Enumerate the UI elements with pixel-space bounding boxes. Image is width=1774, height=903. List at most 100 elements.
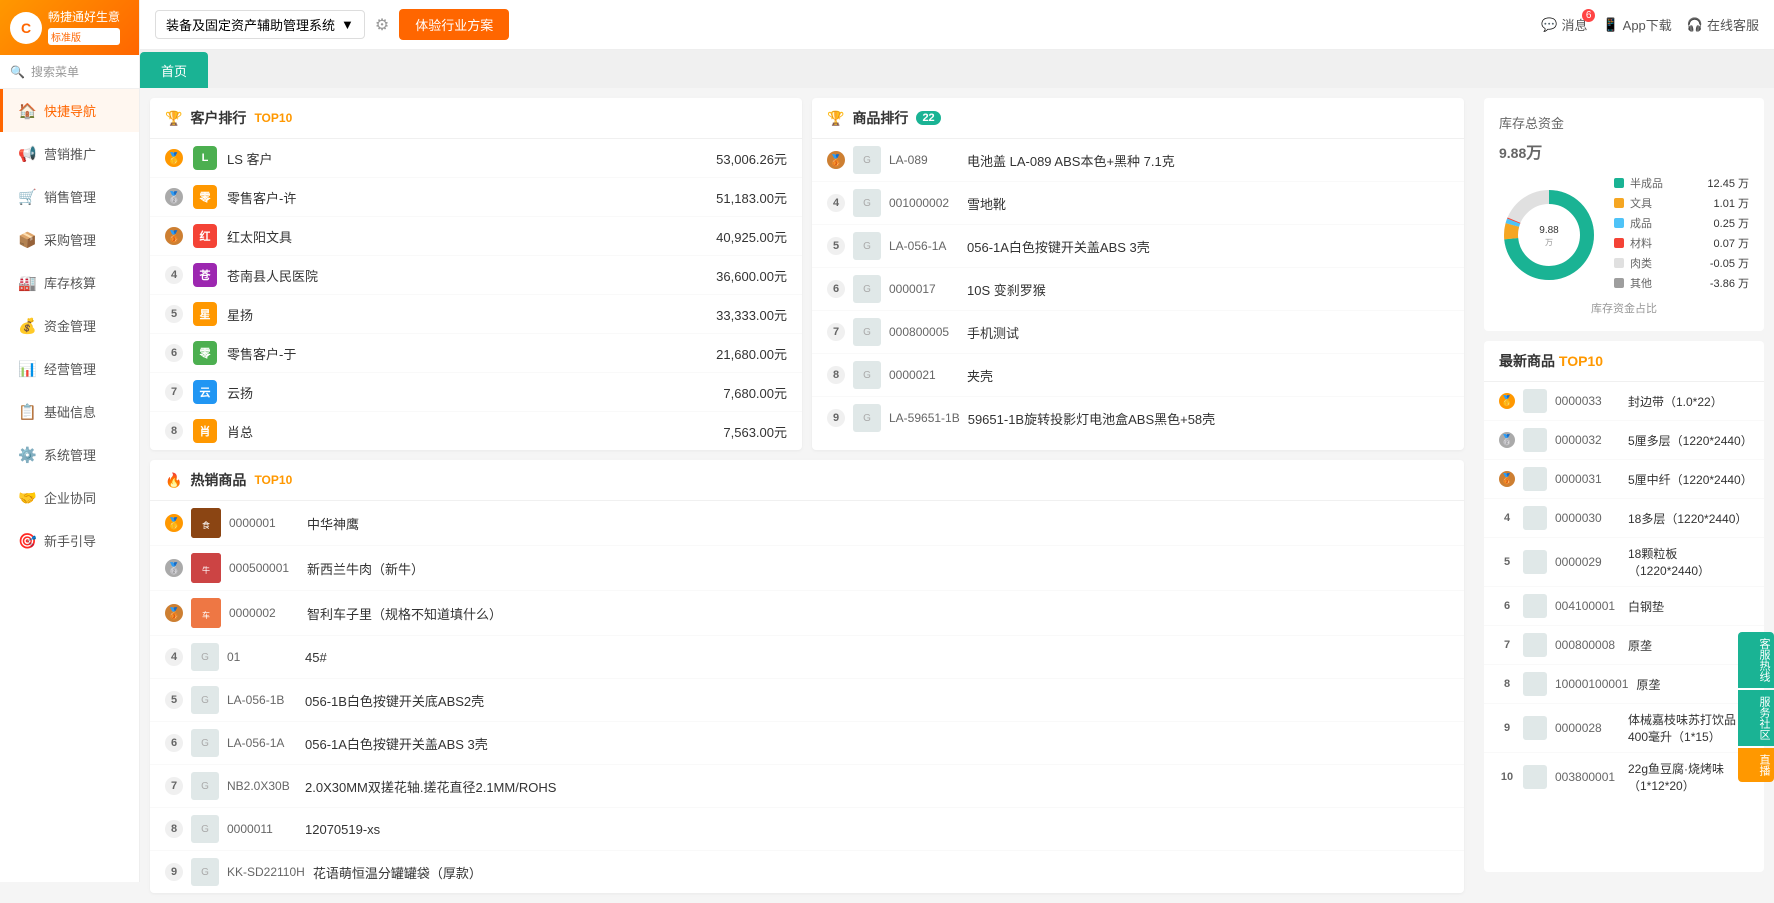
sidebar-item-label: 营销推广 [44, 144, 96, 163]
sidebar-search[interactable]: 🔍 搜索菜单 [0, 55, 139, 89]
np-img-6 [1523, 594, 1547, 618]
settings-icon[interactable]: ⚙ [375, 15, 389, 35]
goods-name-4: 雪地靴 [967, 194, 1449, 213]
np-code-6: 004100001 [1555, 599, 1620, 613]
trial-button[interactable]: 体验行业方案 [399, 9, 509, 40]
goods-img-6: G [853, 275, 881, 303]
hot-rank-9: 9 [165, 863, 183, 881]
goods-code-8: 0000021 [889, 368, 959, 382]
rank-num-g9: 9 [827, 409, 845, 427]
sidebar-item-operation[interactable]: 📊 经营管理 [0, 347, 139, 390]
new-prod-5: 5 0000029 18颗粒板（1220*2440） [1484, 538, 1764, 587]
inventory-total: 9.88万 [1499, 137, 1749, 165]
hot-name-4: 45# [305, 650, 1449, 665]
hot-name-3: 智利车子里（规格不知道填什么） [307, 604, 1449, 623]
logo-badge: 标准版 [48, 28, 120, 45]
hot-prod-9: 9 G KK-SD22110H 花语萌恒温分罐罐袋（厚款） [150, 851, 1464, 893]
np-rank-8: 8 [1499, 676, 1515, 692]
message-badge: 6 [1582, 9, 1596, 22]
np-img-8 [1523, 672, 1547, 696]
np-img-3 [1523, 467, 1547, 491]
goods-ranking-title: 商品排行 [852, 108, 908, 128]
customer-avatar-8: 肖 [193, 419, 217, 443]
inventory-title: 库存总资金 [1499, 113, 1749, 132]
sidebar-item-collab[interactable]: 🤝 企业协同 [0, 476, 139, 519]
header-right: 💬 消息 6 📱 App下载 🎧 在线客服 [1541, 15, 1759, 34]
rank-num-5: 5 [165, 305, 183, 323]
sidebar-item-label: 销售管理 [44, 187, 96, 206]
np-name-8: 原垄 [1636, 676, 1749, 693]
float-customer-service[interactable]: 客服热线 [1738, 632, 1774, 688]
customer-avatar-6: 零 [193, 341, 217, 365]
np-rank-9: 9 [1499, 720, 1515, 736]
np-name-9: 体械嘉枝味苏打饮品400毫升（1*15） [1628, 711, 1749, 745]
rank-num-g6: 6 [827, 280, 845, 298]
sidebar-item-finance[interactable]: 💰 资金管理 [0, 304, 139, 347]
hot-prod-img-2: 牛 [191, 553, 221, 583]
sidebar-item-system[interactable]: ⚙️ 系统管理 [0, 433, 139, 476]
new-prod-9: 9 0000028 体械嘉枝味苏打饮品400毫升（1*15） [1484, 704, 1764, 753]
system-name: 装备及固定资产辅助管理系统 [166, 15, 335, 34]
np-code-10: 003800001 [1555, 770, 1620, 784]
new-prod-4: 4 0000030 18多层（1220*2440） [1484, 499, 1764, 538]
two-col-layout: 🏆 客户排行 TOP10 🥇 L LS 客户 53,006.26元 🥈 [150, 98, 1464, 450]
customer-avatar-4: 苍 [193, 263, 217, 287]
app-download-button[interactable]: 📱 App下载 [1602, 15, 1671, 34]
sidebar-item-label: 新手引导 [44, 531, 96, 550]
donut-chart: 9.88 万 [1499, 185, 1599, 285]
float-livestream[interactable]: 直播 [1738, 748, 1774, 782]
np-name-1: 封边带（1.0*22） [1628, 393, 1749, 410]
customer-avatar-1: L [193, 146, 217, 170]
guide-icon: 🎯 [18, 532, 36, 550]
goods-row-8: 8 G 0000021 夹壳 [812, 354, 1464, 397]
svg-text:车: 车 [202, 610, 210, 620]
goods-img-5: G [853, 232, 881, 260]
customer-ranking-panel: 🏆 客户排行 TOP10 🥇 L LS 客户 53,006.26元 🥈 [150, 98, 802, 450]
hot-prod-3: 🥉 车 0000002 智利车子里（规格不知道填什么） [150, 591, 1464, 636]
message-button[interactable]: 💬 消息 6 [1541, 15, 1587, 34]
sidebar-item-sales[interactable]: 🛒 销售管理 [0, 175, 139, 218]
np-name-7: 原垄 [1628, 637, 1749, 654]
inventory-icon: 🏭 [18, 274, 36, 292]
new-prod-1: 🥇 0000033 封边带（1.0*22） [1484, 382, 1764, 421]
customer-name-4: 苍南县人民医院 [227, 266, 706, 285]
sidebar-item-quicknav[interactable]: 🏠 快捷导航 [0, 89, 139, 132]
np-img-1 [1523, 389, 1547, 413]
customer-name-1: LS 客户 [227, 149, 706, 168]
sidebar-item-guide[interactable]: 🎯 新手引导 [0, 519, 139, 562]
customer-service-button[interactable]: 🎧 在线客服 [1687, 15, 1759, 34]
hot-code-1: 0000001 [229, 516, 299, 530]
np-img-4 [1523, 506, 1547, 530]
hot-rank-5: 5 [165, 691, 183, 709]
hot-code-8: 0000011 [227, 822, 297, 836]
main-content: 🏆 客户排行 TOP10 🥇 L LS 客户 53,006.26元 🥈 [140, 88, 1774, 903]
customer-avatar-2: 零 [193, 185, 217, 209]
system-selector[interactable]: 装备及固定资产辅助管理系统 ▼ [155, 10, 365, 39]
hot-name-7: 2.0X30MM双搓花轴.搓花直径2.1MM/ROHS [305, 777, 1449, 796]
sidebar-item-basic[interactable]: 📋 基础信息 [0, 390, 139, 433]
hot-code-7: NB2.0X30B [227, 779, 297, 793]
svg-text:9.88: 9.88 [1539, 225, 1559, 236]
sidebar-item-marketing[interactable]: 📢 营销推广 [0, 132, 139, 175]
hot-prod-8: 8 G 0000011 12070519-xs [150, 808, 1464, 851]
sidebar-item-purchase[interactable]: 📦 采购管理 [0, 218, 139, 261]
float-community[interactable]: 服务社区 [1738, 690, 1774, 746]
np-code-3: 0000031 [1555, 472, 1620, 486]
customer-amount-6: 21,680.00元 [716, 344, 787, 363]
rank-medal-2: 🥈 [165, 188, 183, 206]
customer-amount-4: 36,600.00元 [716, 266, 787, 285]
legend-dot-2 [1614, 198, 1624, 208]
tab-home[interactable]: 首页 [140, 52, 208, 88]
goods-img-3: G [853, 146, 881, 174]
rank-num-6: 6 [165, 344, 183, 362]
goods-trophy-icon: 🏆 [827, 110, 844, 127]
system-icon: ⚙️ [18, 446, 36, 464]
new-products-list: 🥇 0000033 封边带（1.0*22） 🥈 0000032 5厘多层（122… [1484, 382, 1764, 801]
goods-row-9: 9 G LA-59651-1B 59651-1B旋转投影灯电池盒ABS黑色+58… [812, 397, 1464, 439]
hot-rank-2: 🥈 [165, 559, 183, 577]
sidebar-item-inventory[interactable]: 🏭 库存核算 [0, 261, 139, 304]
header: 装备及固定资产辅助管理系统 ▼ ⚙ 体验行业方案 💬 消息 6 📱 App下载 … [140, 0, 1774, 50]
hot-prod-img-4: G [191, 643, 219, 671]
chart-area: 9.88 万 半成品 12.45 万 文具 1.01 万 [1499, 175, 1749, 295]
hot-code-2: 000500001 [229, 561, 299, 575]
